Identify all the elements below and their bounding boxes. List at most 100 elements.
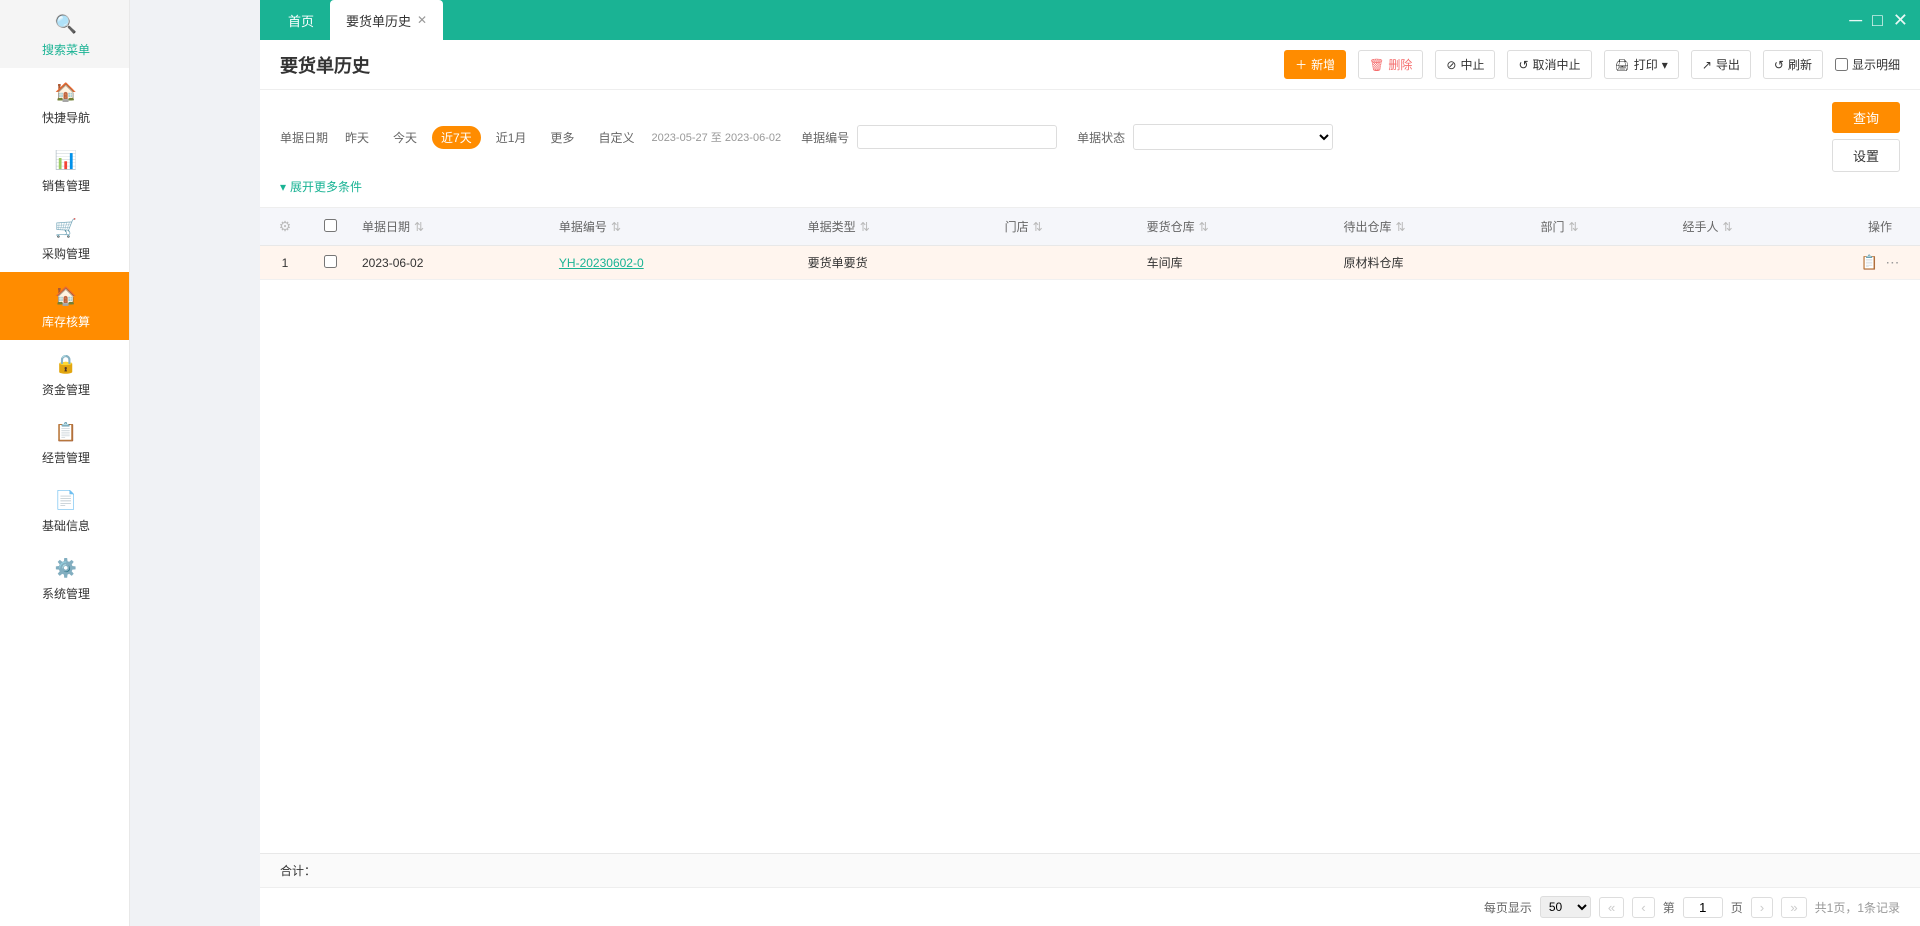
th-handler: 经手人 ⇅	[1670, 208, 1840, 246]
sort-billtype-icon[interactable]: ⇅	[860, 220, 870, 234]
sidebar-item-sales[interactable]: 📊 销售管理	[0, 136, 129, 204]
sort-req-warehouse-icon[interactable]: ⇅	[1199, 220, 1209, 234]
sort-store-icon[interactable]: ⇅	[1033, 220, 1043, 234]
sidebar-item-finance[interactable]: 🔒 资金管理	[0, 340, 129, 408]
billno-label: 单据编号	[801, 129, 849, 146]
refresh-label: 刷新	[1788, 56, 1812, 73]
page-suffix: 页	[1731, 899, 1743, 916]
add-button[interactable]: ＋ 新增	[1284, 50, 1346, 79]
th-req-warehouse-label: 要货仓库	[1147, 218, 1195, 235]
print-button[interactable]: 🖨 打印 ▾	[1604, 50, 1679, 79]
stop-button[interactable]: ⊘ 中止	[1435, 50, 1495, 79]
query-button[interactable]: 查询	[1832, 102, 1900, 133]
top-bar: 首页 要货单历史 ✕ ─ □ ✕	[260, 0, 1920, 40]
export-button[interactable]: ↗ 导出	[1691, 50, 1751, 79]
date-filter-label: 单据日期	[280, 129, 328, 146]
expand-more[interactable]: ▾ 展开更多条件	[280, 178, 1900, 195]
date-filter-item: 单据日期 昨天 今天 近7天 近1月 更多 自定义 2023-05-27 至 2…	[280, 126, 781, 149]
status-select[interactable]	[1133, 124, 1333, 150]
purchase-icon: 🛒	[55, 218, 77, 239]
billno-input[interactable]	[857, 125, 1057, 149]
row-billno: YH-20230602-0	[547, 246, 796, 280]
minimize-icon[interactable]: ─	[1849, 10, 1862, 31]
close-icon[interactable]: ✕	[1893, 10, 1908, 31]
main-content: 要货单历史 ＋ 新增 🗑 删除 ⊘ 中止 ↺	[260, 40, 1920, 926]
sort-await-warehouse-icon[interactable]: ⇅	[1396, 220, 1406, 234]
filter-row: 单据日期 昨天 今天 近7天 近1月 更多 自定义 2023-05-27 至 2…	[280, 102, 1900, 172]
prev-page-button[interactable]: ‹	[1632, 897, 1654, 918]
table-row: 1 2023-06-02 YH-20230602-0	[260, 246, 1920, 280]
sort-date-icon[interactable]: ⇅	[414, 220, 424, 234]
finance-icon: 🔒	[55, 354, 77, 375]
row-handler	[1670, 246, 1840, 280]
date-btn-1month[interactable]: 近1月	[487, 126, 536, 149]
page-size-label: 每页显示	[1484, 899, 1532, 916]
cancel-stop-icon: ↺	[1518, 58, 1528, 72]
stop-label: 中止	[1460, 56, 1484, 73]
operations-icon: 📋	[55, 422, 77, 443]
sort-billno-icon[interactable]: ⇅	[611, 220, 621, 234]
sidebar-item-search[interactable]: 🔍 搜索菜单	[0, 0, 129, 68]
first-page-button[interactable]: «	[1599, 897, 1624, 918]
chevron-down-icon: ▾	[280, 180, 286, 194]
settings-button[interactable]: 设置	[1832, 139, 1900, 172]
refresh-button[interactable]: ↺ 刷新	[1763, 50, 1823, 79]
next-page-button[interactable]: ›	[1751, 897, 1773, 918]
select-all-checkbox[interactable]	[324, 219, 337, 232]
th-dept-label: 部门	[1540, 218, 1564, 235]
sidebar-item-inventory[interactable]: 🏠 库存核算	[0, 272, 129, 340]
data-table: ⚙ 单据日期 ⇅	[260, 208, 1920, 280]
date-btn-custom[interactable]: 自定义	[589, 126, 643, 149]
basic-icon: 📄	[55, 490, 77, 511]
print-label: 打印	[1634, 56, 1658, 73]
sidebar-item-purchase[interactable]: 🛒 采购管理	[0, 204, 129, 272]
maximize-icon[interactable]: □	[1872, 10, 1883, 31]
row-billno-link[interactable]: YH-20230602-0	[559, 256, 644, 270]
filter-actions: 查询 设置	[1832, 102, 1900, 172]
display-cell-button[interactable]: 显示明细	[1835, 56, 1900, 73]
page-input[interactable]	[1683, 897, 1723, 918]
row-req-warehouse: 车间库	[1135, 246, 1332, 280]
sidebar-item-label: 经营管理	[42, 449, 90, 466]
sort-dept-icon[interactable]: ⇅	[1568, 220, 1578, 234]
header-actions: ＋ 新增 🗑 删除 ⊘ 中止 ↺ 取消中止	[1284, 50, 1900, 79]
date-filter-buttons: 昨天 今天 近7天 近1月 更多 自定义	[336, 126, 643, 149]
sidebar-item-operations[interactable]: 📋 经营管理	[0, 408, 129, 476]
system-icon: ⚙️	[55, 558, 77, 579]
sort-handler-icon[interactable]: ⇅	[1722, 220, 1732, 234]
th-await-warehouse: 待出仓库 ⇅	[1332, 208, 1529, 246]
row-view-icon[interactable]: 📋	[1861, 254, 1878, 270]
tab-close-icon[interactable]: ✕	[417, 13, 427, 27]
tab-home[interactable]: 首页	[272, 0, 330, 40]
page-size-select[interactable]: 50 20 100	[1540, 896, 1591, 918]
billno-filter-item: 单据编号	[801, 125, 1057, 149]
tab-yaohuodan[interactable]: 要货单历史 ✕	[330, 0, 443, 40]
date-btn-more[interactable]: 更多	[541, 126, 583, 149]
date-btn-yesterday[interactable]: 昨天	[336, 126, 378, 149]
print-icon: 🖨	[1615, 58, 1630, 72]
delete-button[interactable]: 🗑 删除	[1358, 50, 1423, 79]
sidebar-item-system[interactable]: ⚙️ 系统管理	[0, 544, 129, 612]
filter-right: 查询 设置	[1832, 102, 1900, 172]
sidebar: 🔍 搜索菜单 🏠 快捷导航 📊 销售管理 🛒 采购管理 🏠 库存核算 🔒 资金管…	[0, 0, 130, 926]
table-settings-icon[interactable]: ⚙	[279, 218, 292, 234]
row-select-checkbox[interactable]	[324, 255, 337, 268]
date-btn-today[interactable]: 今天	[384, 126, 426, 149]
sidebar-item-label: 搜索菜单	[42, 41, 90, 58]
date-range: 2023-05-27 至 2023-06-02	[651, 129, 781, 145]
last-page-button[interactable]: »	[1781, 897, 1806, 918]
page-title: 要货单历史	[280, 52, 370, 78]
cancel-stop-button[interactable]: ↺ 取消中止	[1507, 50, 1591, 79]
th-billno-label: 单据编号	[559, 218, 607, 235]
sidebar-item-label: 系统管理	[42, 585, 90, 602]
expand-more-label: 展开更多条件	[290, 178, 362, 195]
row-more-icon[interactable]: ⋯	[1885, 254, 1899, 270]
th-settings: ⚙	[260, 208, 310, 246]
sidebar-item-quicknav[interactable]: 🏠 快捷导航	[0, 68, 129, 136]
page-label: 第	[1663, 899, 1675, 916]
display-cell-checkbox[interactable]	[1835, 58, 1848, 71]
date-btn-7days[interactable]: 近7天	[432, 126, 481, 149]
th-handler-label: 经手人	[1682, 218, 1718, 235]
status-label: 单据状态	[1077, 129, 1125, 146]
sidebar-item-basic[interactable]: 📄 基础信息	[0, 476, 129, 544]
